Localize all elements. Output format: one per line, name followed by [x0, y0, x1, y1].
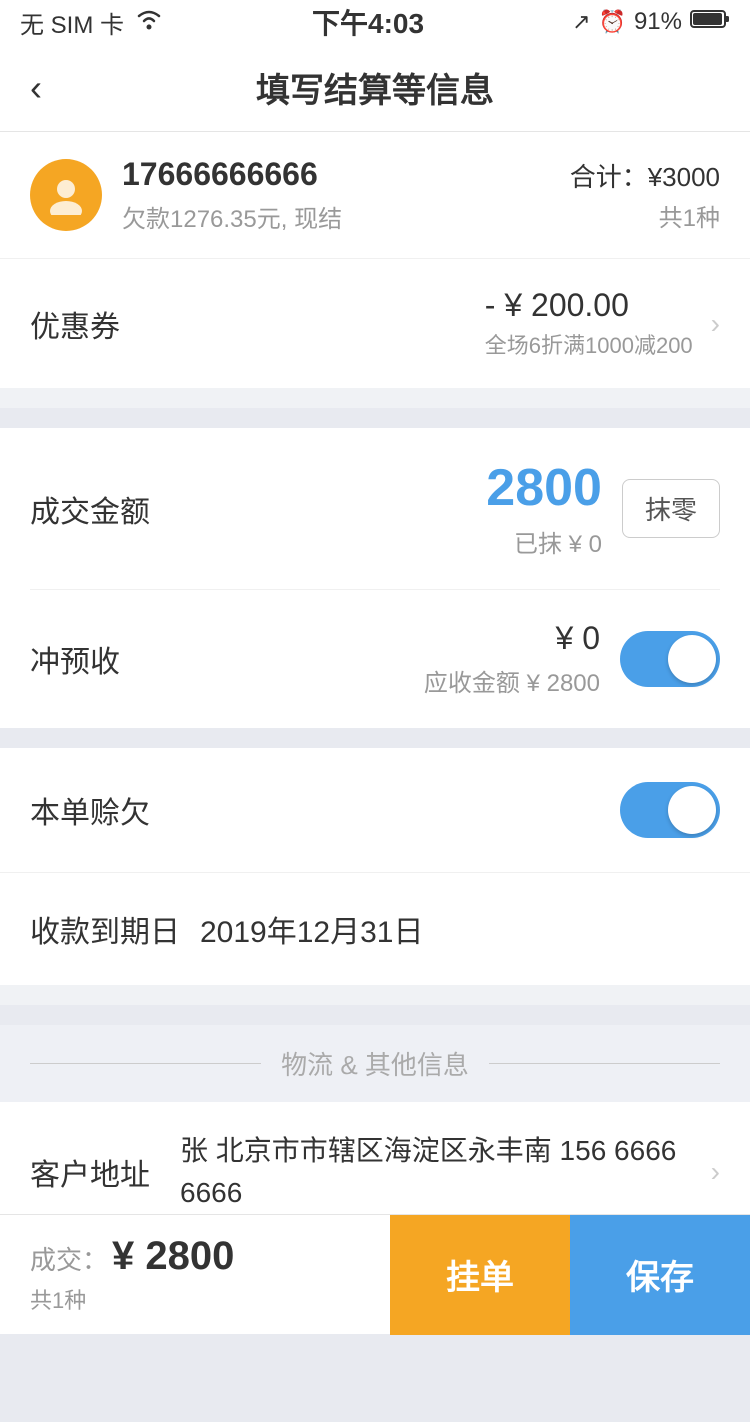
- duedate-label: 收款到期日: [30, 907, 180, 951]
- coupon-right: - ¥ 200.00 全场6折满1000减200 ›: [485, 287, 720, 360]
- total-label: 合计：¥3000: [570, 157, 720, 194]
- debt-row: 本单赊欠: [0, 748, 750, 872]
- divider-line-left: [30, 1063, 261, 1064]
- duedate-row: 收款到期日 2019年12月31日: [0, 872, 750, 985]
- address-value: 张 北京市市辖区海淀区永丰南 156 6666 6666: [180, 1130, 703, 1214]
- chevron-right-icon: ›: [711, 308, 720, 340]
- divider-line-right: [489, 1063, 720, 1064]
- rounded-label: 已抹 ¥ 0: [486, 524, 602, 559]
- sim-label: 无 SIM 卡: [20, 5, 124, 40]
- prepay-label: 冲预收: [30, 637, 120, 681]
- alarm-icon: ⏰: [599, 9, 626, 35]
- debt-toggle-knob: [668, 786, 716, 834]
- transaction-label: 成交金额: [30, 487, 150, 531]
- prepay-info: ¥ 0 应收金额 ¥ 2800: [424, 620, 600, 698]
- coupon-desc: 全场6折满1000减200: [485, 328, 693, 360]
- total-count: 共1种: [570, 198, 720, 233]
- customer-info: 17666666666 欠款1276.35元, 现结: [122, 156, 342, 234]
- customer-right: 合计：¥3000 共1种: [570, 157, 720, 233]
- debt-toggle[interactable]: [620, 782, 720, 838]
- coupon-amount: - ¥ 200.00: [485, 287, 693, 324]
- amount-section: 成交金额 2800 已抹 ¥ 0 抹零 冲预收 ¥ 0 应收金额 ¥ 2800: [0, 428, 750, 728]
- logistics-text: 物流 & 其他信息: [281, 1045, 469, 1082]
- battery-icon: [690, 8, 730, 37]
- customer-phone: 17666666666: [122, 156, 342, 193]
- footer-info: 成交： ¥ 2800 共1种: [0, 1234, 390, 1315]
- coupon-label: 优惠券: [30, 302, 120, 346]
- transaction-amount: 2800: [486, 458, 602, 518]
- toggle-knob: [668, 635, 716, 683]
- round-off-button[interactable]: 抹零: [622, 479, 720, 538]
- status-left: 无 SIM 卡: [20, 5, 164, 40]
- logistics-divider: 物流 & 其他信息: [0, 1025, 750, 1102]
- divider-3: [0, 1005, 750, 1025]
- debt-label: 本单赊欠: [30, 788, 150, 832]
- status-bar: 无 SIM 卡 下午4:03 ↗ ⏰ 91%: [0, 0, 750, 44]
- avatar: [30, 159, 102, 231]
- status-right: ↗ ⏰ 91%: [572, 8, 730, 37]
- back-button[interactable]: ‹: [30, 67, 42, 109]
- coupon-info: - ¥ 200.00 全场6折满1000减200: [485, 287, 693, 360]
- customer-section: 17666666666 欠款1276.35元, 现结 合计：¥3000 共1种 …: [0, 132, 750, 388]
- prepay-right-group: ¥ 0 应收金额 ¥ 2800: [424, 620, 720, 698]
- duedate-value: 2019年12月31日: [200, 907, 423, 951]
- transaction-value-group: 2800 已抹 ¥ 0 抹零: [486, 458, 720, 559]
- customer-row: 17666666666 欠款1276.35元, 现结 合计：¥3000 共1种: [0, 132, 750, 258]
- customer-left: 17666666666 欠款1276.35元, 现结: [30, 156, 342, 234]
- prepay-toggle[interactable]: [620, 631, 720, 687]
- page-title: 填写结算等信息: [256, 63, 494, 112]
- customer-debt: 欠款1276.35元, 现结: [122, 199, 342, 234]
- nav-bar: ‹ 填写结算等信息: [0, 44, 750, 132]
- prepay-row: 冲预收 ¥ 0 应收金额 ¥ 2800: [30, 590, 720, 728]
- battery-label: 91%: [634, 8, 682, 36]
- footer-count: 共1种: [30, 1283, 360, 1315]
- address-label: 客户地址: [30, 1150, 150, 1194]
- divider-2: [0, 728, 750, 748]
- status-time: 下午4:03: [312, 2, 424, 42]
- divider-1: [0, 408, 750, 428]
- prepay-sub: 应收金额 ¥ 2800: [424, 663, 600, 698]
- footer: 成交： ¥ 2800 共1种 挂单 保存: [0, 1214, 750, 1334]
- hang-button[interactable]: 挂单: [390, 1215, 570, 1335]
- wifi-icon: [134, 8, 164, 37]
- debt-section: 本单赊欠 收款到期日 2019年12月31日: [0, 748, 750, 985]
- footer-deal-label: 成交：: [30, 1240, 108, 1277]
- footer-amount: ¥ 2800: [112, 1234, 234, 1279]
- location-icon: ↗: [572, 9, 590, 35]
- transaction-amount-info: 2800 已抹 ¥ 0: [486, 458, 602, 559]
- address-chevron-icon: ›: [711, 1156, 720, 1188]
- coupon-row[interactable]: 优惠券 - ¥ 200.00 全场6折满1000减200 ›: [0, 258, 750, 388]
- transaction-amount-row: 成交金额 2800 已抹 ¥ 0 抹零: [30, 428, 720, 590]
- prepay-amount: ¥ 0: [424, 620, 600, 657]
- save-button[interactable]: 保存: [570, 1215, 750, 1335]
